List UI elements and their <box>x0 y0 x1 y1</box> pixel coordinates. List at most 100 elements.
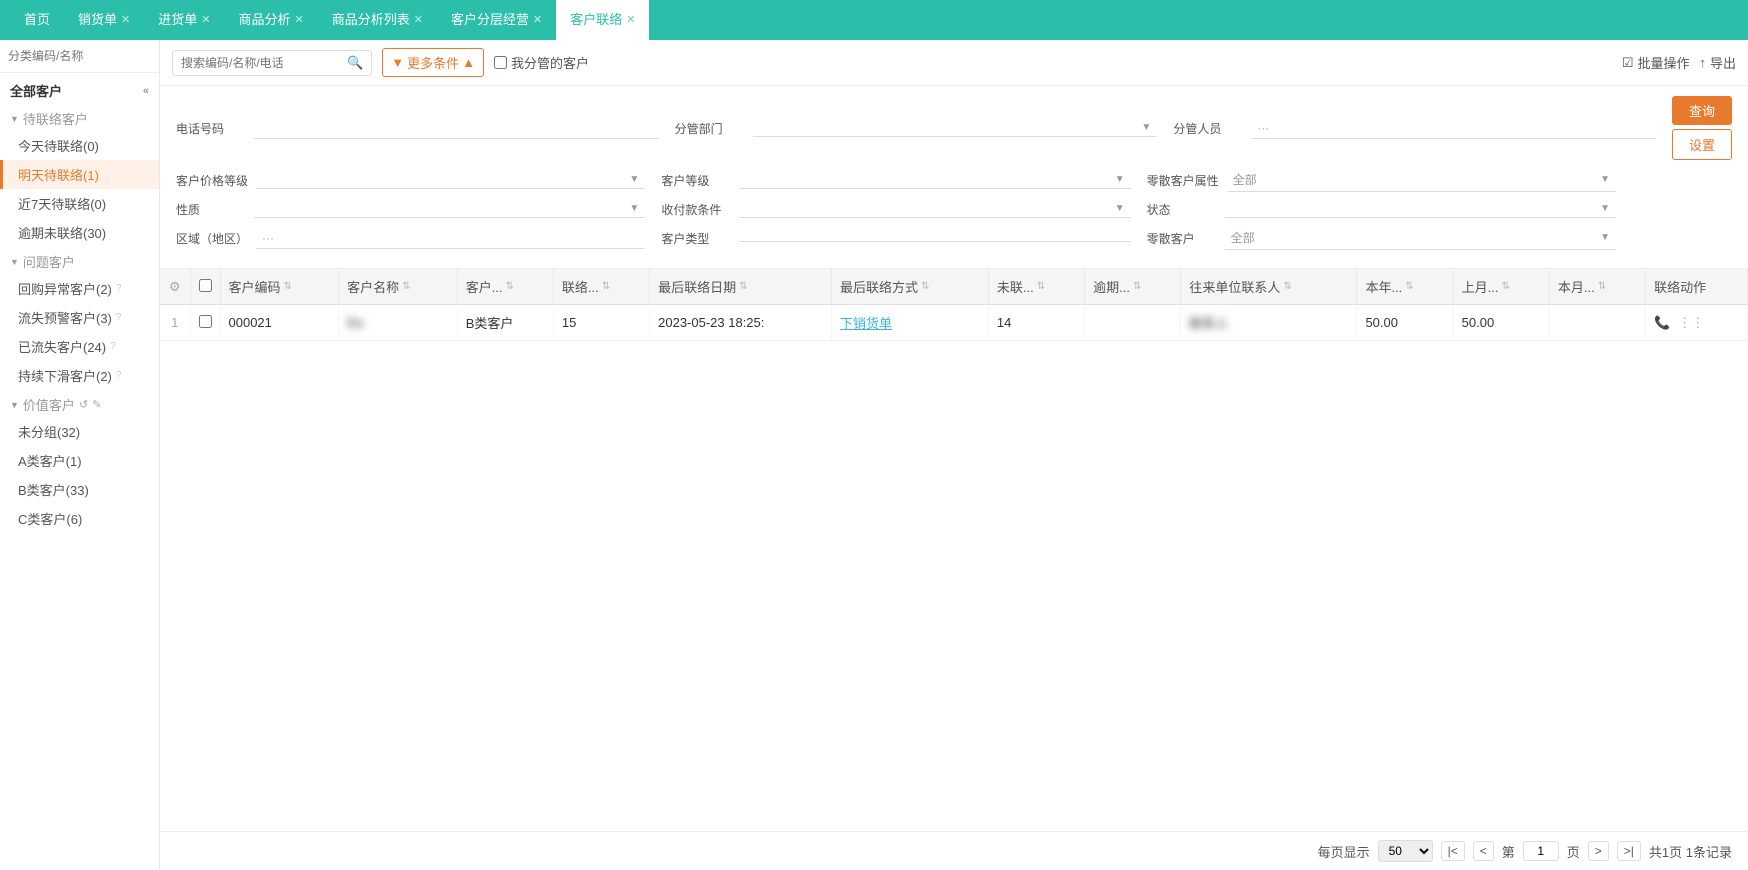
th-not-contacted[interactable]: 未联...⇅ <box>988 269 1084 305</box>
data-table-container: ⚙ 客户编码⇅ 客户名称⇅ 客户...⇅ 联络...⇅ 最后联络日期⇅ 最后联络… <box>160 269 1748 831</box>
th-customer-type[interactable]: 客户...⇅ <box>457 269 553 305</box>
phone-input[interactable] <box>254 118 659 139</box>
filter-search-input[interactable] <box>181 56 341 70</box>
nav-customer-segmentation[interactable]: 客户分层经营 ✕ <box>437 0 556 40</box>
query-button[interactable]: 查询 <box>1672 96 1732 125</box>
customer-table: ⚙ 客户编码⇅ 客户名称⇅ 客户...⇅ 联络...⇅ 最后联络日期⇅ 最后联络… <box>160 269 1748 341</box>
close-icon[interactable]: ✕ <box>414 0 423 40</box>
sidebar-item-c-class[interactable]: C类客户(6) <box>0 504 159 533</box>
th-last-contact-method[interactable]: 最后联络方式⇅ <box>831 269 988 305</box>
more-conditions-button[interactable]: ▼ 更多条件 ▲ <box>382 48 484 77</box>
help-icon[interactable]: ? <box>110 341 116 352</box>
close-icon[interactable]: ✕ <box>121 0 130 40</box>
sidebar-item-overdue-pending[interactable]: 逾期未联络(30) <box>0 218 159 247</box>
filter-search-icon[interactable]: 🔍 <box>347 55 363 71</box>
th-overdue[interactable]: 逾期...⇅ <box>1085 269 1181 305</box>
row-action: 📞 ⋮⋮ <box>1646 305 1748 341</box>
payment-select[interactable]: ▼ <box>739 200 1130 218</box>
th-unit-contact[interactable]: 往来单位联系人⇅ <box>1181 269 1357 305</box>
help-icon[interactable]: ? <box>116 312 122 323</box>
sort-icon: ⇅ <box>1283 281 1291 292</box>
sidebar-item-b-class[interactable]: B类客户(33) <box>0 475 159 504</box>
sidebar-item-repurchase-abnormal[interactable]: 回购异常客户(2) ? <box>0 274 159 303</box>
sidebar-item-a-class[interactable]: A类客户(1) <box>0 446 159 475</box>
th-customer-name[interactable]: 客户名称⇅ <box>339 269 458 305</box>
nav-product-analysis-list[interactable]: 商品分析列表 ✕ <box>318 0 437 40</box>
contact-icon[interactable]: 📞 <box>1654 315 1670 331</box>
phone-label: 电话号码 <box>176 120 246 137</box>
sidebar-item-churn-warning[interactable]: 流失预警客户(3) ? <box>0 303 159 332</box>
customer-level-select[interactable]: ▼ <box>739 171 1130 189</box>
sidebar-search-input[interactable] <box>8 49 160 63</box>
batch-operation-button[interactable]: ☑ 批量操作 <box>1622 53 1690 72</box>
retail-attr-select[interactable]: 全部 ▼ <box>1227 168 1616 192</box>
th-contact-count[interactable]: 联络...⇅ <box>553 269 649 305</box>
my-customers-checkbox[interactable]: 我分管的客户 <box>494 53 589 72</box>
help-icon[interactable]: ? <box>116 370 122 381</box>
close-icon[interactable]: ✕ <box>295 0 304 40</box>
th-customer-code[interactable]: 客户编码⇅ <box>220 269 339 305</box>
collapse-icon[interactable]: « <box>143 85 149 97</box>
help-icon[interactable]: ? <box>116 283 122 294</box>
edit-icon[interactable]: ✎ <box>92 398 101 411</box>
close-icon[interactable]: ✕ <box>201 0 210 40</box>
th-this-month[interactable]: 本月...⇅ <box>1549 269 1645 305</box>
chevron-down-icon: ▼ <box>1115 203 1125 214</box>
prev-page-button[interactable]: < <box>1473 841 1494 861</box>
advanced-filter-panel: 电话号码 分管部门 ▼ 分管人员 ··· 查询 设置 <box>160 86 1748 269</box>
settings-button[interactable]: 设置 <box>1672 129 1732 160</box>
branch-dept-select[interactable]: ▼ <box>753 119 1158 137</box>
page-suffix: 页 <box>1567 842 1580 861</box>
sidebar-item-7days-pending[interactable]: 近7天待联络(0) <box>0 189 159 218</box>
status-label: 状态 <box>1147 201 1217 218</box>
status-select[interactable]: ▼ <box>1225 200 1616 218</box>
close-icon[interactable]: ✕ <box>533 0 542 40</box>
th-last-month[interactable]: 上月...⇅ <box>1453 269 1549 305</box>
row-last-contact-method[interactable]: 下销货单 <box>831 305 988 341</box>
checkbox-icon: ☑ <box>1622 55 1634 71</box>
nav-salesperson[interactable]: 销货单 ✕ <box>64 0 144 40</box>
customer-type-label: 客户类型 <box>661 230 731 247</box>
next-page-button[interactable]: > <box>1588 841 1609 861</box>
export-button[interactable]: ↑ 导出 <box>1699 53 1736 72</box>
branch-person-input[interactable]: ··· <box>1251 118 1656 139</box>
row-checkbox-cell[interactable] <box>190 305 220 341</box>
page-input[interactable] <box>1523 841 1559 861</box>
sidebar-item-today-pending[interactable]: 今天待联络(0) <box>0 131 159 160</box>
row-checkbox[interactable] <box>199 315 212 328</box>
nav-home[interactable]: 首页 <box>10 0 64 40</box>
nav-purchase[interactable]: 进货单 ✕ <box>144 0 224 40</box>
nav-customer-contact[interactable]: 客户联络 ✕ <box>556 0 649 40</box>
table-checkbox-header[interactable] <box>190 269 220 305</box>
sort-icon: ⇅ <box>1133 281 1141 292</box>
sidebar-item-tomorrow-pending[interactable]: 明天待联络(1) <box>0 160 159 189</box>
select-all-checkbox[interactable] <box>199 279 212 292</box>
customer-type-select[interactable] <box>739 235 1130 242</box>
chevron-down-icon: ▼ <box>1600 174 1610 185</box>
payment-label: 收付款条件 <box>661 201 731 218</box>
refresh-icon[interactable]: ↺ <box>79 398 88 411</box>
row-this-year: 50.00 <box>1357 305 1453 341</box>
last-page-button[interactable]: >| <box>1617 841 1641 861</box>
my-customers-check-input[interactable] <box>494 56 507 69</box>
nature-select[interactable]: ▼ <box>254 200 645 218</box>
more-action-icon[interactable]: ⋮⋮ <box>1678 315 1704 331</box>
close-icon[interactable]: ✕ <box>626 0 635 40</box>
sort-icon: ⇅ <box>1405 281 1413 292</box>
sidebar-item-churned[interactable]: 已流失客户(24) ? <box>0 332 159 361</box>
retail-customer-select[interactable]: 全部 ▼ <box>1225 226 1616 250</box>
th-this-year[interactable]: 本年...⇅ <box>1357 269 1453 305</box>
nav-product-analysis[interactable]: 商品分析 ✕ <box>224 0 317 40</box>
table-gear-header[interactable]: ⚙ <box>160 269 190 305</box>
filter-actions: 查询 设置 <box>1672 96 1732 160</box>
retail-attr-filter-cell: 零散客户属性 全部 ▼ <box>1147 168 1632 192</box>
first-page-button[interactable]: |< <box>1441 841 1465 861</box>
sidebar-item-declining[interactable]: 持续下滑客户(2) ? <box>0 361 159 390</box>
filter-bar: 🔍 ▼ 更多条件 ▲ 我分管的客户 ☑ 批量操作 ↑ 导出 <box>160 40 1748 86</box>
per-page-select[interactable]: 50 10 20 100 <box>1378 840 1433 862</box>
customer-price-select[interactable]: ▼ <box>256 171 645 189</box>
region-input[interactable]: ··· <box>256 228 645 249</box>
sidebar-item-ungrouped[interactable]: 未分组(32) <box>0 417 159 446</box>
th-last-contact-date[interactable]: 最后联络日期⇅ <box>650 269 832 305</box>
customer-level-label: 客户等级 <box>661 172 731 189</box>
